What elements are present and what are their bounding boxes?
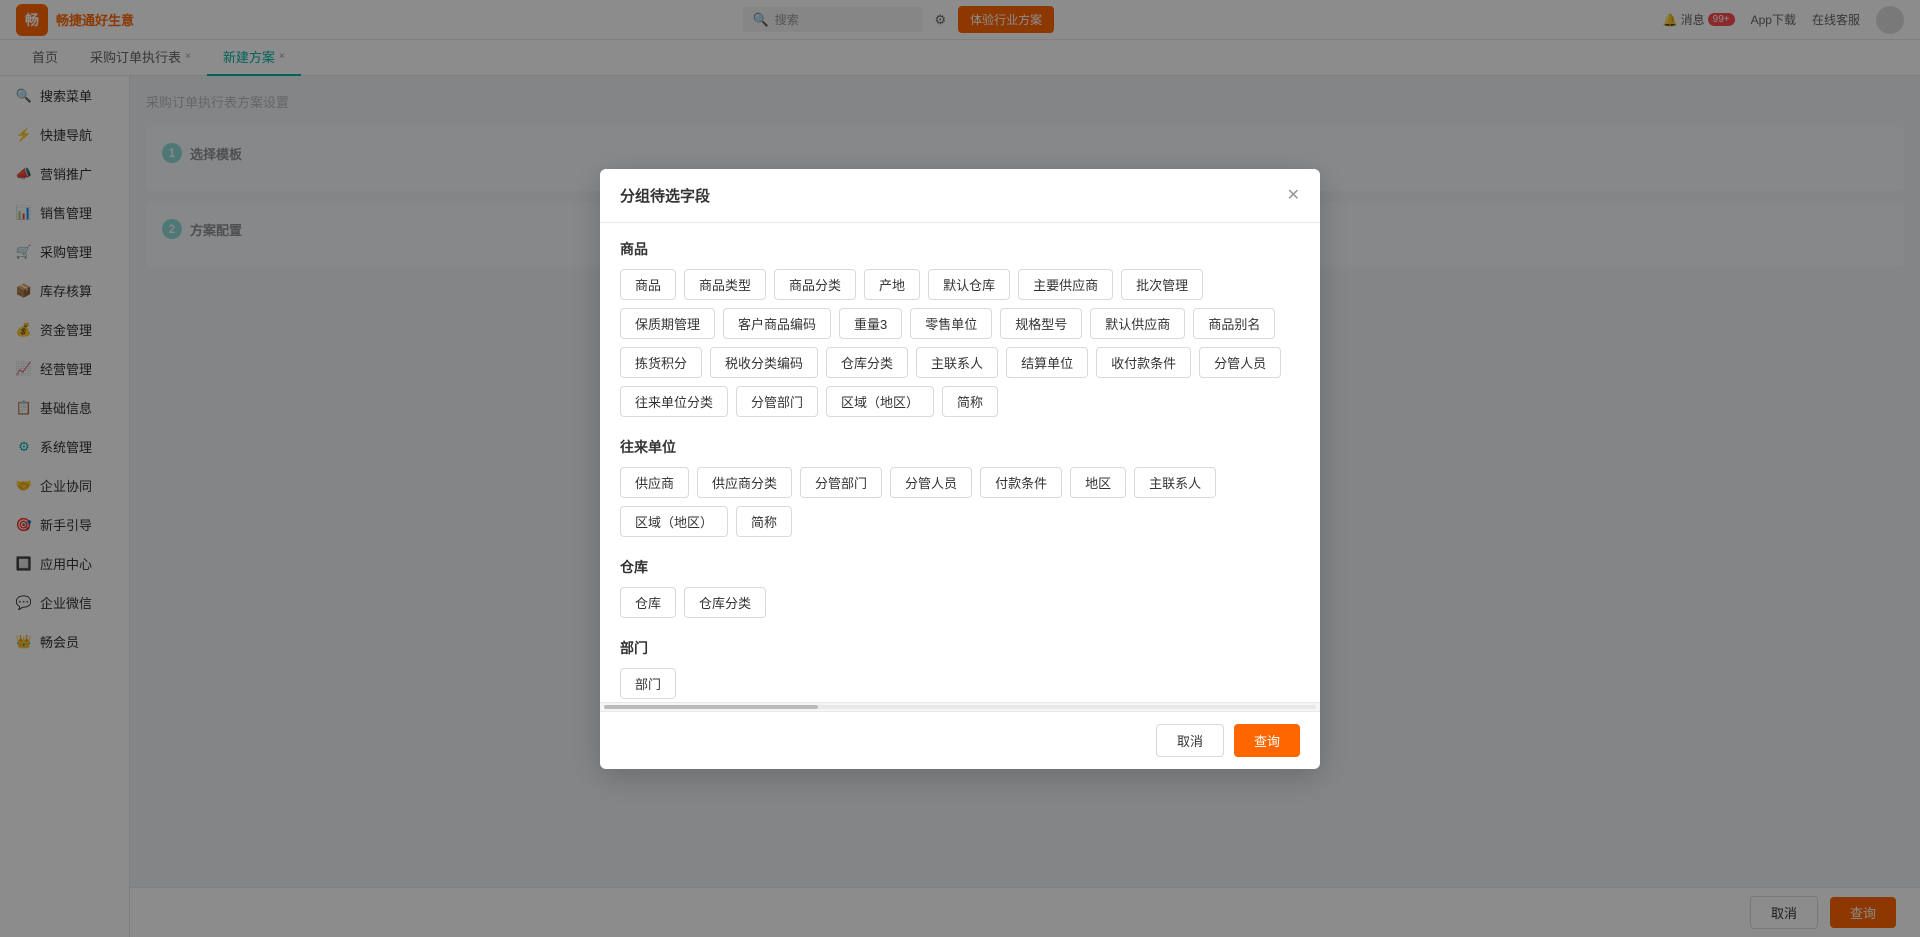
field-tag-goods-1[interactable]: 商品类型 bbox=[684, 269, 766, 300]
field-tag-goods-16[interactable]: 仓库分类 bbox=[826, 347, 908, 378]
modal-footer: 取消 查询 bbox=[600, 711, 1320, 769]
field-group-partner: 往来单位 供应商 供应商分类 分管部门 分管人员 付款条件 地区 主联系人 区域… bbox=[620, 437, 1300, 537]
field-group-warehouse-title: 仓库 bbox=[620, 557, 1300, 577]
field-group-goods-title: 商品 bbox=[620, 239, 1300, 259]
field-tag-partner-4[interactable]: 付款条件 bbox=[980, 467, 1062, 498]
cancel-button[interactable]: 取消 bbox=[1156, 724, 1224, 757]
field-tag-partner-6[interactable]: 主联系人 bbox=[1134, 467, 1216, 498]
field-tag-goods-22[interactable]: 分管部门 bbox=[736, 386, 818, 417]
field-group-partner-title: 往来单位 bbox=[620, 437, 1300, 457]
field-tag-goods-19[interactable]: 收付款条件 bbox=[1096, 347, 1191, 378]
field-tag-goods-0[interactable]: 商品 bbox=[620, 269, 676, 300]
field-tag-goods-17[interactable]: 主联系人 bbox=[916, 347, 998, 378]
field-tag-goods-13[interactable]: 商品别名 bbox=[1193, 308, 1275, 339]
field-tag-goods-18[interactable]: 结算单位 bbox=[1006, 347, 1088, 378]
field-tag-goods-23[interactable]: 区域（地区） bbox=[826, 386, 934, 417]
field-selection-modal: 分组待选字段 ✕ 商品 商品 商品类型 商品分类 产地 默认仓库 主要供应商 批… bbox=[600, 169, 1320, 769]
field-group-goods: 商品 商品 商品类型 商品分类 产地 默认仓库 主要供应商 批次管理 保质期管理… bbox=[620, 239, 1300, 417]
field-tag-goods-21[interactable]: 往来单位分类 bbox=[620, 386, 728, 417]
field-tag-goods-5[interactable]: 主要供应商 bbox=[1018, 269, 1113, 300]
modal-close-button[interactable]: ✕ bbox=[1287, 185, 1300, 205]
field-tag-goods-9[interactable]: 重量3 bbox=[839, 308, 902, 339]
field-tag-goods-11[interactable]: 规格型号 bbox=[1000, 308, 1082, 339]
field-group-dept: 部门 部门 bbox=[620, 638, 1300, 699]
field-tag-goods-2[interactable]: 商品分类 bbox=[774, 269, 856, 300]
field-tag-warehouse-0[interactable]: 仓库 bbox=[620, 587, 676, 618]
field-tag-goods-8[interactable]: 客户商品编码 bbox=[723, 308, 831, 339]
confirm-button[interactable]: 查询 bbox=[1234, 724, 1300, 757]
field-tag-goods-10[interactable]: 零售单位 bbox=[910, 308, 992, 339]
modal-scroll-bar[interactable] bbox=[600, 702, 1320, 710]
field-tag-goods-7[interactable]: 保质期管理 bbox=[620, 308, 715, 339]
field-group-warehouse: 仓库 仓库 仓库分类 bbox=[620, 557, 1300, 618]
field-tag-goods-6[interactable]: 批次管理 bbox=[1121, 269, 1203, 300]
field-tag-partner-0[interactable]: 供应商 bbox=[620, 467, 689, 498]
field-tag-partner-1[interactable]: 供应商分类 bbox=[697, 467, 792, 498]
modal-body: 商品 商品 商品类型 商品分类 产地 默认仓库 主要供应商 批次管理 保质期管理… bbox=[600, 223, 1320, 703]
field-tags-dept: 部门 bbox=[620, 668, 1300, 699]
field-tags-partner: 供应商 供应商分类 分管部门 分管人员 付款条件 地区 主联系人 区域（地区） … bbox=[620, 467, 1300, 537]
modal-overlay: 分组待选字段 ✕ 商品 商品 商品类型 商品分类 产地 默认仓库 主要供应商 批… bbox=[0, 0, 1920, 937]
field-tag-partner-2[interactable]: 分管部门 bbox=[800, 467, 882, 498]
field-tag-goods-14[interactable]: 拣货积分 bbox=[620, 347, 702, 378]
field-tag-partner-7[interactable]: 区域（地区） bbox=[620, 506, 728, 537]
modal-title: 分组待选字段 bbox=[620, 185, 710, 206]
field-tag-goods-15[interactable]: 税收分类编码 bbox=[710, 347, 818, 378]
field-tag-dept-0[interactable]: 部门 bbox=[620, 668, 676, 699]
field-group-dept-title: 部门 bbox=[620, 638, 1300, 658]
field-tags-goods: 商品 商品类型 商品分类 产地 默认仓库 主要供应商 批次管理 保质期管理 客户… bbox=[620, 269, 1300, 417]
field-tag-goods-3[interactable]: 产地 bbox=[864, 269, 920, 300]
field-tag-goods-20[interactable]: 分管人员 bbox=[1199, 347, 1281, 378]
field-tag-partner-5[interactable]: 地区 bbox=[1070, 467, 1126, 498]
field-tag-warehouse-1[interactable]: 仓库分类 bbox=[684, 587, 766, 618]
field-tag-partner-8[interactable]: 简称 bbox=[736, 506, 792, 537]
field-tag-goods-4[interactable]: 默认仓库 bbox=[928, 269, 1010, 300]
field-tag-goods-12[interactable]: 默认供应商 bbox=[1090, 308, 1185, 339]
field-tags-warehouse: 仓库 仓库分类 bbox=[620, 587, 1300, 618]
field-tag-goods-24[interactable]: 简称 bbox=[942, 386, 998, 417]
field-tag-partner-3[interactable]: 分管人员 bbox=[890, 467, 972, 498]
modal-header: 分组待选字段 ✕ bbox=[600, 169, 1320, 223]
